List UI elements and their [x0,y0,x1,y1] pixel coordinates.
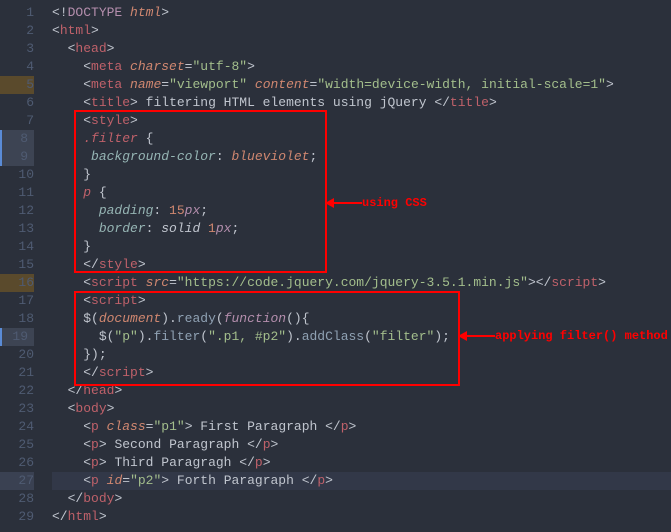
line-number: 27 [0,472,34,490]
line-number: 17 [0,292,34,310]
line-number: 22 [0,382,34,400]
line-number: 15 [0,256,34,274]
code-line: $(document).ready(function(){ [52,310,671,328]
code-line: <html> [52,22,671,40]
line-number: 13 [0,220,34,238]
code-line: <!DOCTYPE html> [52,4,671,22]
annotation-label: using CSS [362,196,427,210]
line-number: 29 [0,508,34,526]
code-line: <script> [52,292,671,310]
line-number: 1 [0,4,34,22]
line-number: 26 [0,454,34,472]
code-line: <style> [52,112,671,130]
annotation-arrow-icon: applying filter() method [458,329,668,343]
code-line: </style> [52,256,671,274]
line-number: 23 [0,400,34,418]
line-number: 8 [0,130,34,148]
line-number: 16 [0,274,34,292]
line-number: 5 [0,76,34,94]
code-line: } [52,238,671,256]
line-number-gutter: 1 2 3 4 5 6 7 8 9 10 11 12 13 14 15 16 1… [0,0,42,532]
code-line: border: solid 1px; [52,220,671,238]
line-number: 6 [0,94,34,112]
code-line: <body> [52,400,671,418]
code-editor: 1 2 3 4 5 6 7 8 9 10 11 12 13 14 15 16 1… [0,0,671,532]
code-line: } [52,166,671,184]
code-line: <p> Third Paragragh </p> [52,454,671,472]
code-line: <p class="p1"> First Paragraph </p> [52,418,671,436]
code-line: .filter { [52,130,671,148]
code-line: <title> filtering HTML elements using jQ… [52,94,671,112]
line-number: 3 [0,40,34,58]
line-number: 11 [0,184,34,202]
code-line: <p> Second Paragraph </p> [52,436,671,454]
line-number: 10 [0,166,34,184]
line-number: 24 [0,418,34,436]
code-line: </html> [52,508,671,526]
line-number: 9 [0,148,34,166]
code-line: <meta charset="utf-8"> [52,58,671,76]
line-number: 4 [0,58,34,76]
line-number: 14 [0,238,34,256]
code-line: background-color: blueviolet; [52,148,671,166]
line-number: 28 [0,490,34,508]
line-number: 19 [0,328,34,346]
code-line: <head> [52,40,671,58]
line-number: 2 [0,22,34,40]
line-number: 21 [0,364,34,382]
code-area[interactable]: <!DOCTYPE html> <html> <head> <meta char… [42,0,671,532]
line-number: 7 [0,112,34,130]
line-number: 20 [0,346,34,364]
code-line: }); [52,346,671,364]
code-line: </body> [52,490,671,508]
line-number: 18 [0,310,34,328]
code-line: <meta name="viewport" content="width=dev… [52,76,671,94]
annotation-arrow-icon: using CSS [325,196,427,210]
code-line: </head> [52,382,671,400]
code-line: <p id="p2"> Forth Paragraph </p> [52,472,671,490]
annotation-label: applying filter() method [495,329,668,343]
code-line: <script src="https://code.jquery.com/jqu… [52,274,671,292]
line-number: 25 [0,436,34,454]
code-line: </script> [52,364,671,382]
line-number: 12 [0,202,34,220]
